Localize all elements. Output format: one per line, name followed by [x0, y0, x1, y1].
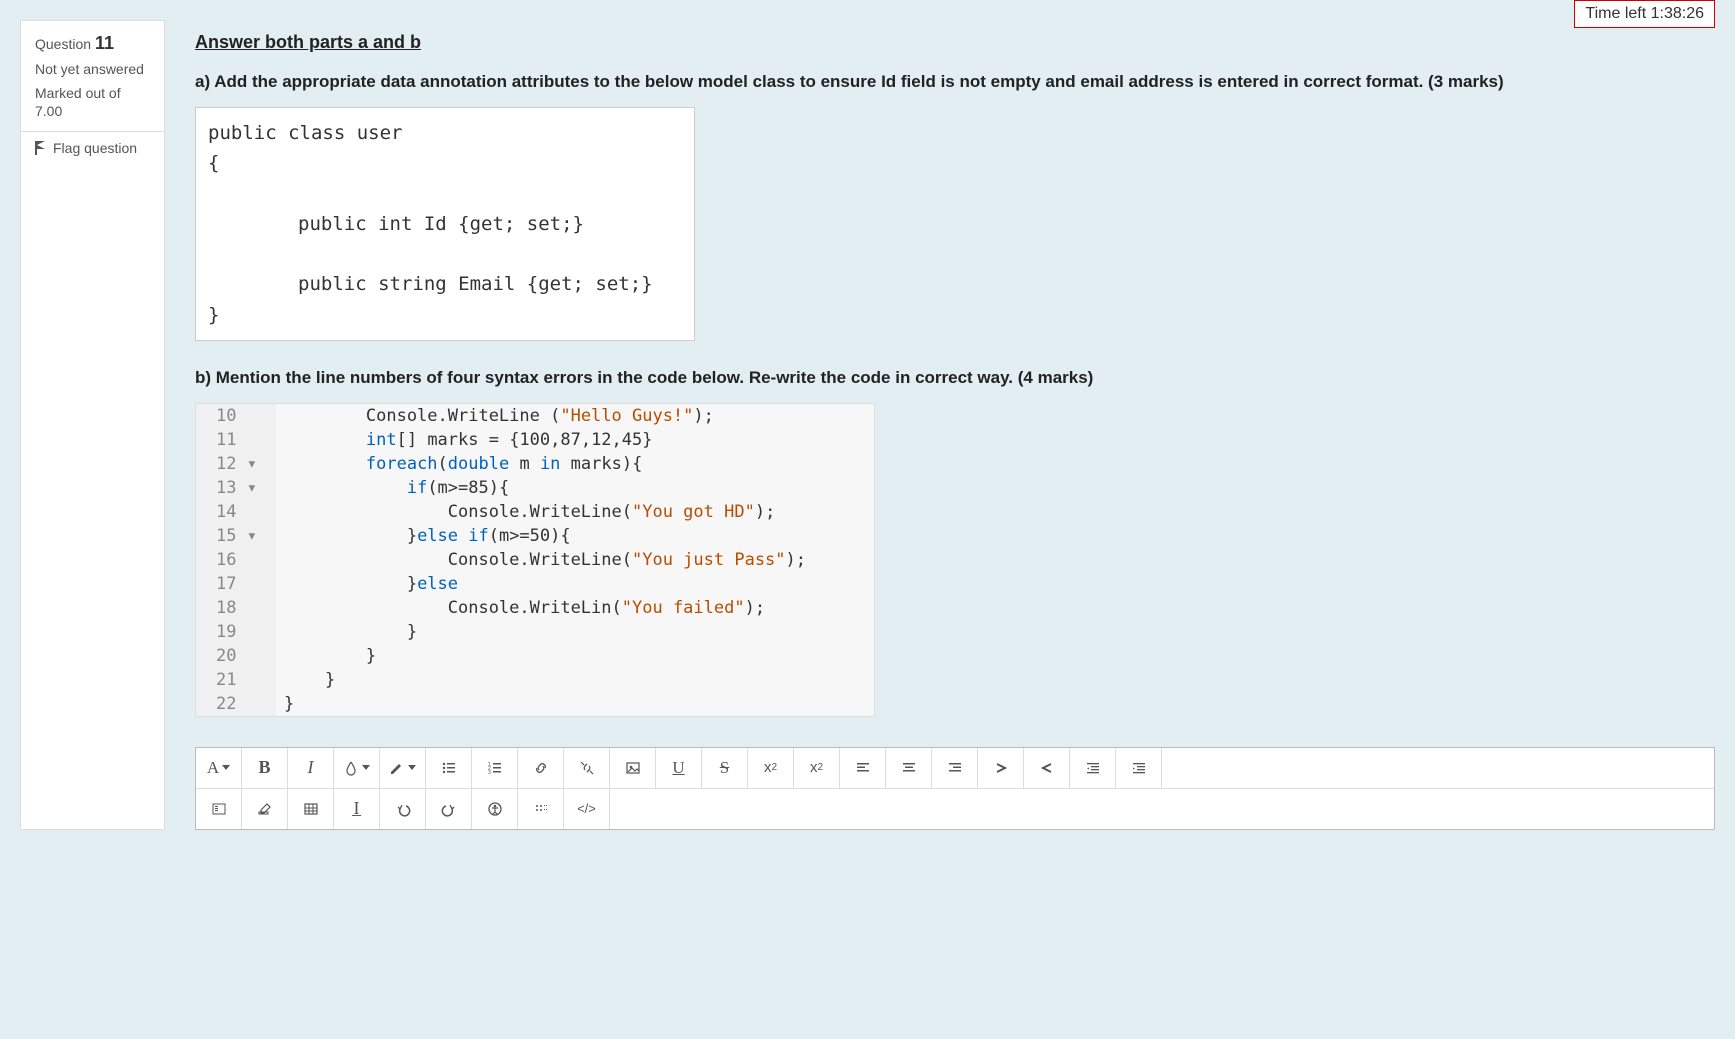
- line-number: 18: [196, 596, 276, 620]
- code-line: 19 }: [196, 620, 874, 644]
- code-line: 14 Console.WriteLine("You got HD");: [196, 500, 874, 524]
- align-right-button[interactable]: [932, 748, 978, 788]
- bold-button[interactable]: B: [242, 748, 288, 788]
- question-info: Question 11 Not yet answered Marked out …: [20, 20, 165, 830]
- indent-button[interactable]: [1116, 748, 1162, 788]
- code-line: 21 }: [196, 668, 874, 692]
- code-line: 18 Console.WriteLin("You failed");: [196, 596, 874, 620]
- answer-status: Not yet answered: [35, 60, 150, 78]
- line-number: 11: [196, 428, 276, 452]
- code-text: Console.WriteLine("You got HD");: [276, 500, 783, 524]
- code-text: Console.WriteLine("You just Pass");: [276, 548, 814, 572]
- code-text: Console.WriteLine ("Hello Guys!");: [276, 404, 722, 428]
- highlight-button[interactable]: [380, 748, 426, 788]
- strikethrough-button[interactable]: S: [702, 748, 748, 788]
- line-number: 14: [196, 500, 276, 524]
- flag-icon: [35, 141, 47, 155]
- italic-button[interactable]: I: [288, 748, 334, 788]
- question-number: Question 11: [35, 33, 150, 54]
- code-text: }: [276, 668, 343, 692]
- line-number: 19: [196, 620, 276, 644]
- undo-button[interactable]: [380, 789, 426, 829]
- question-content: Answer both parts a and b a) Add the app…: [195, 20, 1715, 830]
- svg-text:3: 3: [488, 770, 491, 776]
- line-number: 20: [196, 644, 276, 668]
- line-number: 12 ▾: [196, 452, 276, 476]
- superscript-button[interactable]: x2: [794, 748, 840, 788]
- line-number: 22: [196, 692, 276, 716]
- code-text: }else: [276, 572, 466, 596]
- link-button[interactable]: [518, 748, 564, 788]
- font-family-button[interactable]: A: [196, 748, 242, 788]
- redo-button[interactable]: [426, 789, 472, 829]
- marks-label: Marked out of 7.00: [35, 84, 150, 120]
- code-line: 20 }: [196, 644, 874, 668]
- accessibility-button[interactable]: [472, 789, 518, 829]
- code-line: 10 Console.WriteLine ("Hello Guys!");: [196, 404, 874, 428]
- line-number: 16: [196, 548, 276, 572]
- code-text: }: [276, 620, 425, 644]
- line-number: 21: [196, 668, 276, 692]
- clear-format-button[interactable]: I̲: [334, 789, 380, 829]
- code-line: 15 ▾ }else if(m>=50){: [196, 524, 874, 548]
- code-text: if(m>=85){: [276, 476, 517, 500]
- flag-question-button[interactable]: Flag question: [35, 140, 150, 156]
- table-button[interactable]: [288, 789, 334, 829]
- ltr-button[interactable]: [978, 748, 1024, 788]
- code-block-b: 10 Console.WriteLine ("Hello Guys!");11 …: [195, 403, 875, 717]
- code-text: }else if(m>=50){: [276, 524, 579, 548]
- code-text: int[] marks = {100,87,12,45}: [276, 428, 660, 452]
- line-number: 10: [196, 404, 276, 428]
- unlink-button[interactable]: [564, 748, 610, 788]
- code-text: Console.WriteLin("You failed");: [276, 596, 773, 620]
- code-line: 16 Console.WriteLine("You just Pass");: [196, 548, 874, 572]
- line-number: 15 ▾: [196, 524, 276, 548]
- code-text: }: [276, 692, 302, 716]
- part-b-text: b) Mention the line numbers of four synt…: [195, 365, 1715, 391]
- special-char-button[interactable]: [518, 789, 564, 829]
- equation-button[interactable]: [196, 789, 242, 829]
- image-button[interactable]: [610, 748, 656, 788]
- instruction-heading: Answer both parts a and b: [195, 32, 1715, 53]
- code-line: 11 int[] marks = {100,87,12,45}: [196, 428, 874, 452]
- code-line: 22}: [196, 692, 874, 716]
- edit-button[interactable]: [242, 789, 288, 829]
- timer-value: 1:38:26: [1651, 5, 1704, 22]
- rtl-button[interactable]: [1024, 748, 1070, 788]
- numbered-list-button[interactable]: 123: [472, 748, 518, 788]
- code-text: }: [276, 644, 384, 668]
- part-a-text: a) Add the appropriate data annotation a…: [195, 69, 1715, 95]
- code-text: foreach(double m in marks){: [276, 452, 650, 476]
- editor-toolbar: A B I 123 U S x2 x2: [195, 747, 1715, 830]
- line-number: 17: [196, 572, 276, 596]
- html-button[interactable]: </>: [564, 789, 610, 829]
- font-color-button[interactable]: [334, 748, 380, 788]
- code-block-a: public class user { public int Id {get; …: [195, 107, 695, 342]
- align-center-button[interactable]: [886, 748, 932, 788]
- outdent-button[interactable]: [1070, 748, 1116, 788]
- underline-button[interactable]: U: [656, 748, 702, 788]
- line-number: 13 ▾: [196, 476, 276, 500]
- code-line: 17 }else: [196, 572, 874, 596]
- align-left-button[interactable]: [840, 748, 886, 788]
- timer-label: Time left: [1585, 5, 1646, 22]
- subscript-button[interactable]: x2: [748, 748, 794, 788]
- bullet-list-button[interactable]: [426, 748, 472, 788]
- code-line: 13 ▾ if(m>=85){: [196, 476, 874, 500]
- timer-box: Time left 1:38:26: [1574, 0, 1715, 28]
- code-line: 12 ▾ foreach(double m in marks){: [196, 452, 874, 476]
